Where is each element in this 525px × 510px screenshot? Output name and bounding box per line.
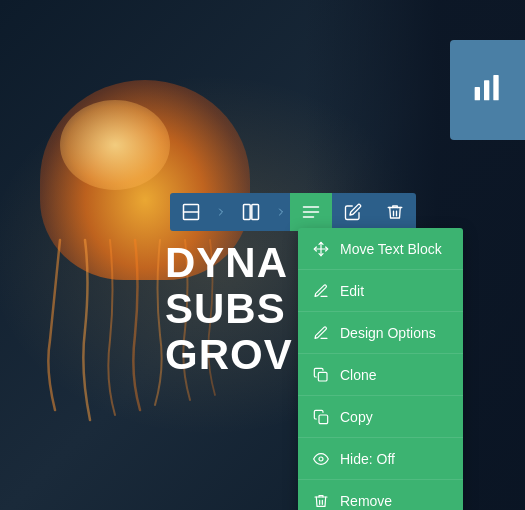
layout2-button[interactable] xyxy=(230,193,272,231)
menu-item-design-label: Design Options xyxy=(340,325,436,341)
arrow1-button[interactable] xyxy=(212,193,230,231)
edit-icon xyxy=(312,282,330,300)
remove-icon xyxy=(312,492,330,510)
svg-rect-1 xyxy=(484,80,489,100)
menu-item-hide-label: Hide: Off xyxy=(340,451,395,467)
svg-rect-6 xyxy=(252,205,259,220)
menu-item-clone[interactable]: Clone xyxy=(298,354,463,396)
svg-rect-12 xyxy=(318,372,327,381)
text-block-button[interactable] xyxy=(290,193,332,231)
toolbar xyxy=(170,193,416,231)
menu-item-copy-label: Copy xyxy=(340,409,373,425)
clone-icon xyxy=(312,366,330,384)
layout1-button[interactable] xyxy=(170,193,212,231)
menu-item-edit[interactable]: Edit xyxy=(298,270,463,312)
menu-item-remove-label: Remove xyxy=(340,493,392,509)
svg-point-14 xyxy=(319,457,323,461)
menu-item-clone-label: Clone xyxy=(340,367,377,383)
hero-line-1: DYNA xyxy=(165,240,293,286)
delete-button[interactable] xyxy=(374,193,416,231)
arrow2-button[interactable] xyxy=(272,193,290,231)
svg-rect-13 xyxy=(319,415,328,424)
menu-item-edit-label: Edit xyxy=(340,283,364,299)
hero-line-3: GROV xyxy=(165,332,293,378)
design-icon xyxy=(312,324,330,342)
svg-rect-2 xyxy=(493,75,498,100)
menu-item-copy[interactable]: Copy xyxy=(298,396,463,438)
eye-icon xyxy=(312,450,330,468)
bar-chart-icon xyxy=(472,71,504,110)
hero-text: DYNA SUBS GROV xyxy=(165,240,293,379)
move-icon xyxy=(312,240,330,258)
menu-item-move[interactable]: Move Text Block xyxy=(298,228,463,270)
stats-widget[interactable] xyxy=(450,40,525,140)
copy-icon xyxy=(312,408,330,426)
context-menu: Move Text Block Edit Design Options Clon… xyxy=(298,228,463,510)
svg-rect-0 xyxy=(474,87,479,100)
menu-item-move-label: Move Text Block xyxy=(340,241,442,257)
menu-item-remove[interactable]: Remove xyxy=(298,480,463,510)
edit-button[interactable] xyxy=(332,193,374,231)
svg-rect-5 xyxy=(244,205,251,220)
hero-line-2: SUBS xyxy=(165,286,293,332)
menu-item-design[interactable]: Design Options xyxy=(298,312,463,354)
menu-item-hide[interactable]: Hide: Off xyxy=(298,438,463,480)
